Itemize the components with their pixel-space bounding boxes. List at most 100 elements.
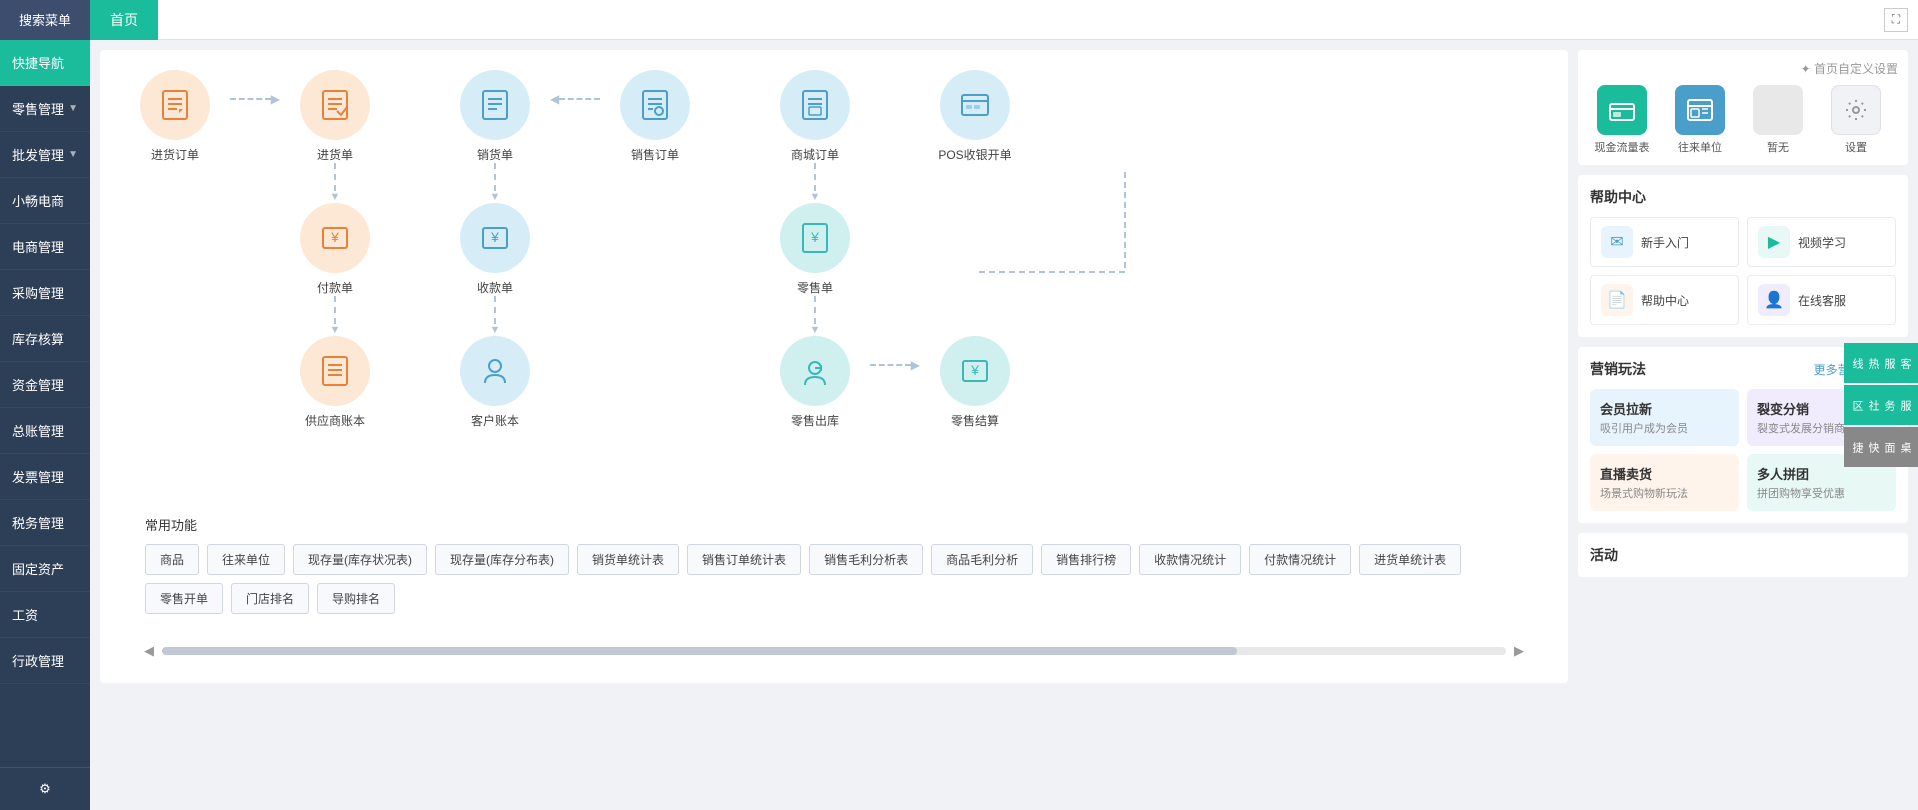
vert-retail-bill: ▼ [760,296,870,336]
vert-purchase-bill: ▼ [280,163,390,203]
func-btn-goods[interactable]: 商品 [145,544,199,575]
sidebar-settings-button[interactable]: ⚙ [0,768,90,810]
none-label: 暂无 [1767,139,1789,155]
customize-link[interactable]: ✦ 首页自定义设置 [1588,60,1898,77]
retail-outbound-icon [780,336,850,406]
supplier-ledger-label: 供应商账本 [305,412,365,429]
sidebar-item-capital-label: 资金管理 [12,375,64,394]
sales-bill-icon [460,70,530,140]
contacts-icon [1675,85,1725,135]
node-retail-outbound[interactable]: 零售出库 [760,336,870,429]
flow-row-4: ▼ ▼ ▼ [120,296,1548,336]
sidebar-item-purchase[interactable]: 采购管理 [0,270,90,316]
sidebar-item-fixed-assets[interactable]: 固定资产 [0,546,90,592]
node-sales-bill[interactable]: 销货单 [440,70,550,163]
func-btn-store-rank[interactable]: 门店排名 [231,583,309,614]
func-btn-sales-profit[interactable]: 销售毛利分析表 [809,544,923,575]
node-supplier-ledger[interactable]: 供应商账本 [280,336,390,429]
quick-icon-settings[interactable]: 设置 [1822,85,1890,155]
vert-shop-order: ▼ [760,163,870,203]
sidebar-item-invoice[interactable]: 发票管理 [0,454,90,500]
sidebar-item-quicknav[interactable]: 快捷导航 [0,40,90,86]
retail-bill-label: 零售单 [797,279,833,296]
group-sub: 拼团购物享受优惠 [1757,485,1886,501]
node-retail-bill[interactable]: ¥ 零售单 [760,203,870,296]
scroll-left-arrow[interactable]: ◀ [140,643,158,659]
marketing-item-member[interactable]: 会员拉新 吸引用户成为会员 [1590,389,1739,446]
func-btn-payment-stat[interactable]: 付款情况统计 [1249,544,1351,575]
customer-ledger-icon [460,336,530,406]
float-btn-community[interactable]: 服务社区 [1844,385,1918,425]
quick-access: ✦ 首页自定义设置 现金流量表 往来单位 [1578,50,1908,165]
func-btn-contacts[interactable]: 往来单位 [207,544,285,575]
chevron-down-icon: ▼ [68,149,78,160]
chevron-down-icon: ▼ [68,103,78,114]
func-btn-goods-profit[interactable]: 商品毛利分析 [931,544,1033,575]
func-btn-sales-order-stat[interactable]: 销售订单统计表 [687,544,801,575]
sidebar-item-purchase-label: 采购管理 [12,283,64,302]
gear-icon: ⚙ [39,781,51,797]
node-pos[interactable]: POS收银开单 [920,70,1030,163]
func-btn-retail-order[interactable]: 零售开单 [145,583,223,614]
help-item-video[interactable]: ▶ 视频学习 [1747,217,1896,267]
member-sub: 吸引用户成为会员 [1600,420,1729,436]
sidebar-item-ecommerce[interactable]: 电商管理 [0,224,90,270]
func-btn-sales-stat[interactable]: 销货单统计表 [577,544,679,575]
func-btn-guide-rank[interactable]: 导购排名 [317,583,395,614]
contacts-label: 往来单位 [1678,139,1722,155]
func-btn-sales-rank[interactable]: 销售排行榜 [1041,544,1131,575]
func-btn-stock-status[interactable]: 现存量(库存状况表) [293,544,427,575]
settings-icon [1831,85,1881,135]
help-center: 帮助中心 ✉ 新手入门 ▶ 视频学习 📄 帮助中心 👤 [1578,175,1908,337]
fullscreen-button[interactable]: ⛶ [1884,8,1908,32]
scroll-track[interactable] [162,647,1506,655]
sidebar-item-retail-label: 零售管理 [12,99,64,118]
func-btn-purchase-stat[interactable]: 进货单统计表 [1359,544,1461,575]
sidebar-item-tax[interactable]: 税务管理 [0,500,90,546]
marketing-item-live[interactable]: 直播卖货 场景式购物新玩法 [1590,454,1739,511]
flow-row-1: 进货订单 ▶ 进货单 [120,70,1548,163]
arrow-po-pb: ▶ [230,92,280,106]
scroll-right-arrow[interactable]: ▶ [1510,643,1528,659]
float-btn-desktop[interactable]: 桌面快捷 [1844,427,1918,467]
marketing-title: 营销玩法 [1590,359,1646,379]
sidebar-bottom: ⚙ [0,767,90,810]
retail-settlement-label: 零售结算 [951,412,999,429]
tab-home[interactable]: 首页 [90,0,158,40]
quick-icon-cashflow[interactable]: 现金流量表 [1588,85,1656,155]
common-func: 常用功能 商品 往来单位 现存量(库存状况表) 现存量(库存分布表) 销货单统计… [130,500,1538,629]
func-btn-stock-dist[interactable]: 现存量(库存分布表) [435,544,569,575]
pos-label: POS收银开单 [938,146,1011,163]
online-service-icon: 👤 [1758,284,1790,316]
node-retail-settlement[interactable]: ¥ 零售结算 [920,336,1030,429]
sidebar-item-admin[interactable]: 行政管理 [0,638,90,684]
sidebar-item-capital[interactable]: 资金管理 [0,362,90,408]
node-receipt[interactable]: ¥ 收款单 [440,203,550,296]
sidebar-item-inventory[interactable]: 库存核算 [0,316,90,362]
help-item-beginner[interactable]: ✉ 新手入门 [1590,217,1739,267]
cashflow-label: 现金流量表 [1595,139,1650,155]
help-item-help[interactable]: 📄 帮助中心 [1590,275,1739,325]
sidebar-item-salary[interactable]: 工资 [0,592,90,638]
node-customer-ledger[interactable]: 客户账本 [440,336,550,429]
sidebar-item-retail[interactable]: 零售管理 ▼ [0,86,90,132]
func-btn-receipt-stat[interactable]: 收款情况统计 [1139,544,1241,575]
float-btn-hotline[interactable]: 客服热线 [1844,343,1918,383]
search-menu-button[interactable]: 搜索菜单 [0,0,90,40]
sidebar-item-wholesale[interactable]: 批发管理 ▼ [0,132,90,178]
sidebar-item-ecommerce-small[interactable]: 小畅电商 [0,178,90,224]
help-item-online[interactable]: 👤 在线客服 [1747,275,1896,325]
svg-text:¥: ¥ [330,229,339,245]
node-purchase-order[interactable]: 进货订单 [120,70,230,163]
quick-icon-none[interactable]: 暂无 [1744,85,1812,155]
node-payment[interactable]: ¥ 付款单 [280,203,390,296]
node-purchase-bill[interactable]: 进货单 [280,70,390,163]
sidebar-item-admin-label: 行政管理 [12,651,64,670]
svg-text:¥: ¥ [810,229,819,245]
node-shop-order[interactable]: 商城订单 [760,70,870,163]
main-layout: 快捷导航 零售管理 ▼ 批发管理 ▼ 小畅电商 电商管理 采购管理 库存核算 资… [0,40,1918,810]
sidebar-item-inventory-label: 库存核算 [12,329,64,348]
sidebar-item-ledger[interactable]: 总账管理 [0,408,90,454]
node-sales-order[interactable]: 销售订单 [600,70,710,163]
quick-icon-contacts[interactable]: 往来单位 [1666,85,1734,155]
